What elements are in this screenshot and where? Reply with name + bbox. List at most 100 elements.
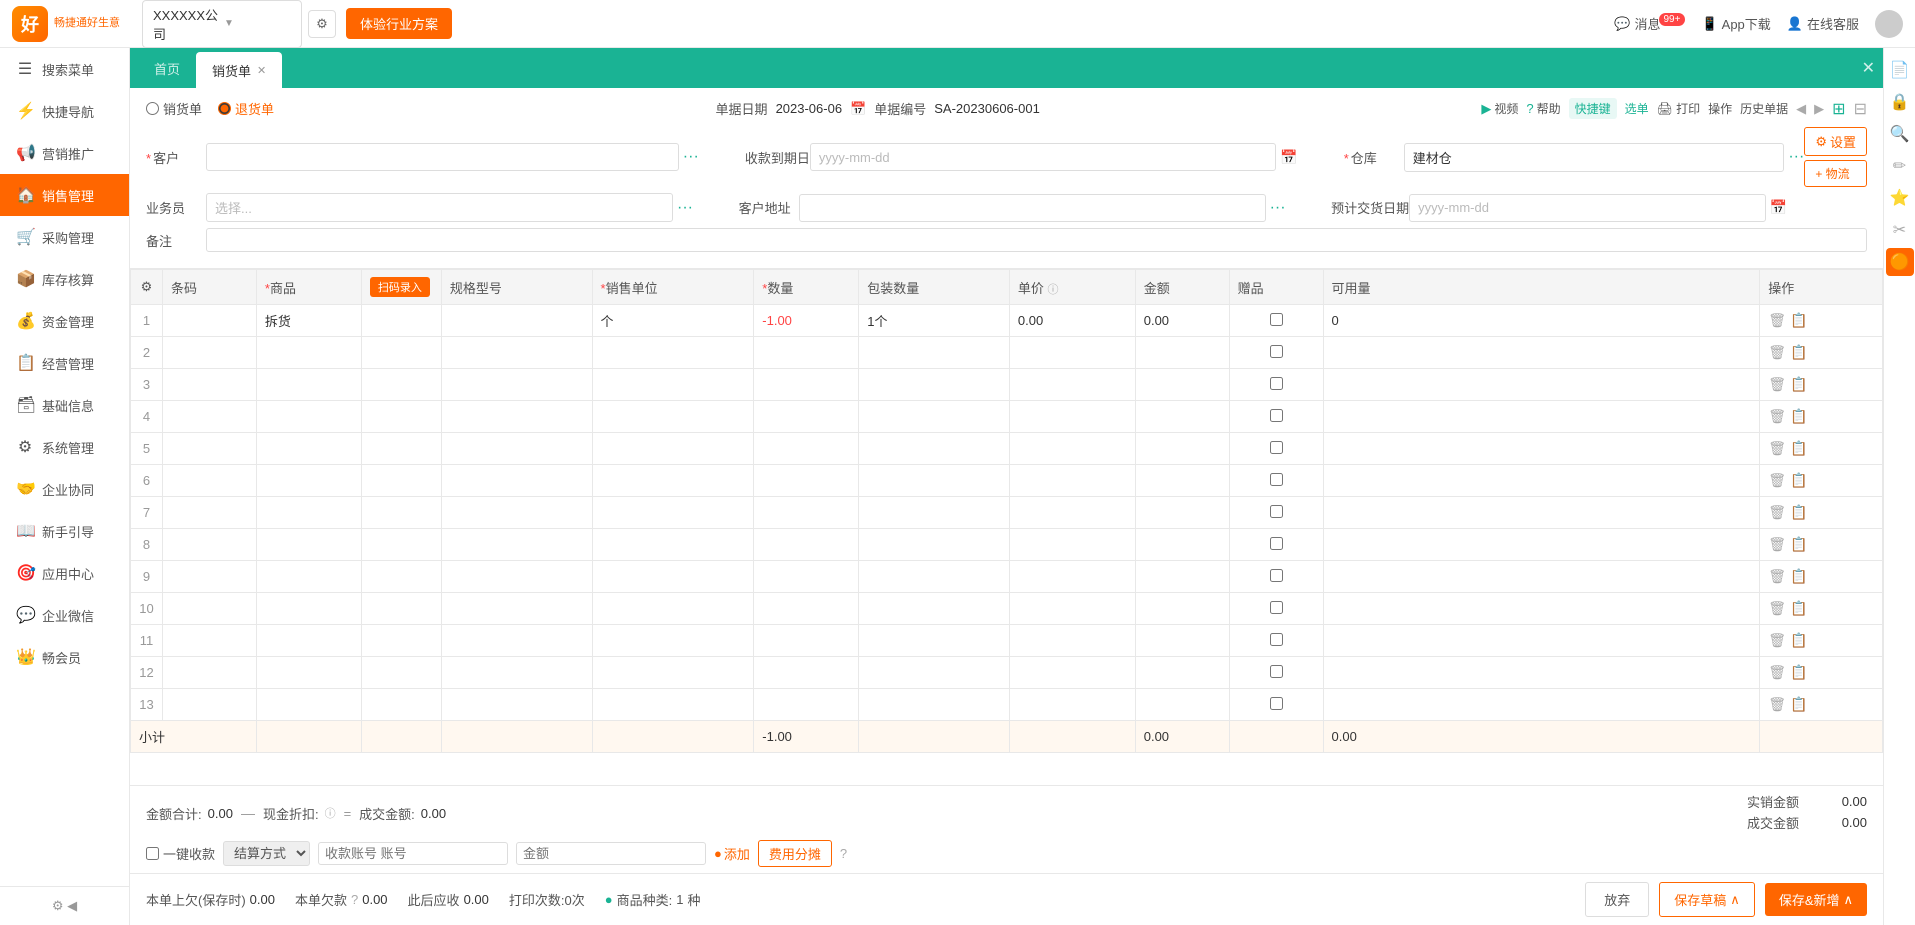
sidebar-item-member[interactable]: 👑 畅会员: [0, 636, 129, 678]
cell-price[interactable]: [1009, 401, 1135, 433]
tab-sales-order[interactable]: 销货单 ✕: [196, 52, 282, 88]
amount-input[interactable]: [516, 842, 706, 865]
cell-barcode[interactable]: [163, 497, 257, 529]
radio-sales-order-input[interactable]: [146, 102, 159, 115]
cell-product[interactable]: [256, 433, 361, 465]
cell-product[interactable]: [256, 337, 361, 369]
cell-pack-qty[interactable]: [859, 625, 1010, 657]
message-button[interactable]: 💬 消息 99+: [1614, 14, 1685, 33]
cell-amount[interactable]: [1135, 497, 1229, 529]
add-payment-button[interactable]: ● 添加: [714, 844, 750, 863]
payment-due-calendar-icon[interactable]: 📅: [1280, 149, 1297, 166]
cell-amount[interactable]: [1135, 593, 1229, 625]
cell-price[interactable]: [1009, 529, 1135, 561]
cell-amount[interactable]: [1135, 337, 1229, 369]
cell-unit[interactable]: [592, 433, 754, 465]
gift-checkbox[interactable]: [1270, 505, 1283, 518]
copy-row-icon[interactable]: 📋: [1790, 312, 1807, 329]
gift-checkbox[interactable]: [1270, 345, 1283, 358]
cell-gift[interactable]: [1229, 689, 1323, 721]
cell-price[interactable]: [1009, 497, 1135, 529]
cell-spec[interactable]: [441, 497, 592, 529]
cell-price[interactable]: [1009, 465, 1135, 497]
cell-price[interactable]: [1009, 337, 1135, 369]
cell-barcode[interactable]: [163, 529, 257, 561]
right-icon-star[interactable]: ⭐: [1886, 184, 1914, 212]
onepay-checkbox-label[interactable]: 一键收款: [146, 844, 215, 863]
cell-pack-qty[interactable]: [859, 657, 1010, 689]
cell-qty[interactable]: [754, 593, 859, 625]
radio-return-order-input[interactable]: [218, 102, 231, 115]
shortcut-button[interactable]: 快捷键: [1569, 98, 1617, 119]
sidebar-item-search[interactable]: ☰ 搜索菜单: [0, 48, 129, 90]
right-icon-scissors[interactable]: ✂: [1886, 216, 1914, 244]
cell-product[interactable]: 拆货: [256, 305, 361, 337]
cell-pack-qty[interactable]: [859, 529, 1010, 561]
cell-qty[interactable]: [754, 657, 859, 689]
copy-row-icon[interactable]: 📋: [1790, 536, 1807, 553]
cell-pack-qty[interactable]: [859, 561, 1010, 593]
cell-product[interactable]: [256, 465, 361, 497]
cell-gift[interactable]: [1229, 337, 1323, 369]
onepay-checkbox[interactable]: [146, 847, 159, 860]
cell-amount[interactable]: [1135, 529, 1229, 561]
expense-help-icon[interactable]: ?: [840, 846, 847, 861]
cell-product[interactable]: [256, 689, 361, 721]
cell-amount[interactable]: [1135, 465, 1229, 497]
gift-checkbox[interactable]: [1270, 601, 1283, 614]
cell-qty[interactable]: [754, 433, 859, 465]
save-new-button[interactable]: 保存&新增 ∧: [1765, 883, 1867, 916]
sidebar-item-operations[interactable]: 📋 经营管理: [0, 342, 129, 384]
cell-pack-qty[interactable]: 1个: [859, 305, 1010, 337]
account-input[interactable]: [318, 842, 508, 865]
cell-spec[interactable]: [441, 337, 592, 369]
list-view-icon[interactable]: ⊟: [1854, 99, 1867, 119]
cell-gift[interactable]: [1229, 625, 1323, 657]
cell-barcode[interactable]: [163, 305, 257, 337]
cell-unit[interactable]: [592, 369, 754, 401]
right-icon-search[interactable]: 🔍: [1886, 120, 1914, 148]
cell-unit[interactable]: [592, 593, 754, 625]
cell-qty[interactable]: [754, 529, 859, 561]
sidebar-item-system[interactable]: ⚙ 系统管理: [0, 426, 129, 468]
cell-qty[interactable]: [754, 497, 859, 529]
delete-row-icon[interactable]: 🗑: [1768, 312, 1786, 329]
cell-spec[interactable]: [441, 625, 592, 657]
right-icon-edit[interactable]: ✏: [1886, 152, 1914, 180]
cell-pack-qty[interactable]: [859, 433, 1010, 465]
app-download-button[interactable]: 📱 App下载: [1701, 14, 1770, 33]
sidebar-item-quick-nav[interactable]: ⚡ 快捷导航: [0, 90, 129, 132]
copy-row-icon[interactable]: 📋: [1790, 600, 1807, 617]
cell-gift[interactable]: [1229, 497, 1323, 529]
cell-qty[interactable]: [754, 401, 859, 433]
sidebar-item-finance[interactable]: 💰 资金管理: [0, 300, 129, 342]
expected-delivery-calendar-icon[interactable]: 📅: [1770, 199, 1787, 216]
sidebar-item-purchase[interactable]: 🛒 采购管理: [0, 216, 129, 258]
delete-row-icon[interactable]: 🗑: [1768, 696, 1786, 713]
cell-spec[interactable]: [441, 305, 592, 337]
cell-amount[interactable]: [1135, 369, 1229, 401]
cell-pack-qty[interactable]: [859, 497, 1010, 529]
cell-product[interactable]: [256, 625, 361, 657]
trial-button[interactable]: 体验行业方案: [346, 8, 452, 39]
cell-price[interactable]: [1009, 689, 1135, 721]
cell-spec[interactable]: [441, 433, 592, 465]
cell-qty[interactable]: [754, 337, 859, 369]
delete-row-icon[interactable]: 🗑: [1768, 376, 1786, 393]
company-selector[interactable]: XXXXXX公司 ▼: [142, 0, 302, 48]
cell-amount[interactable]: [1135, 401, 1229, 433]
cell-qty[interactable]: [754, 689, 859, 721]
radio-sales-order[interactable]: 销货单: [146, 99, 202, 118]
sidebar-item-sales[interactable]: 🏠 销售管理: [0, 174, 129, 216]
cell-gift[interactable]: [1229, 305, 1323, 337]
cell-unit[interactable]: [592, 561, 754, 593]
cell-qty[interactable]: [754, 465, 859, 497]
cell-pack-qty[interactable]: [859, 369, 1010, 401]
copy-row-icon[interactable]: 📋: [1790, 696, 1807, 713]
gift-checkbox[interactable]: [1270, 473, 1283, 486]
warehouse-input[interactable]: 建材仓: [1404, 143, 1785, 172]
copy-row-icon[interactable]: 📋: [1790, 472, 1807, 489]
col-settings[interactable]: ⚙: [131, 270, 163, 305]
salesperson-input[interactable]: 选择...: [206, 193, 673, 222]
sidebar-item-guide[interactable]: 📖 新手引导: [0, 510, 129, 552]
